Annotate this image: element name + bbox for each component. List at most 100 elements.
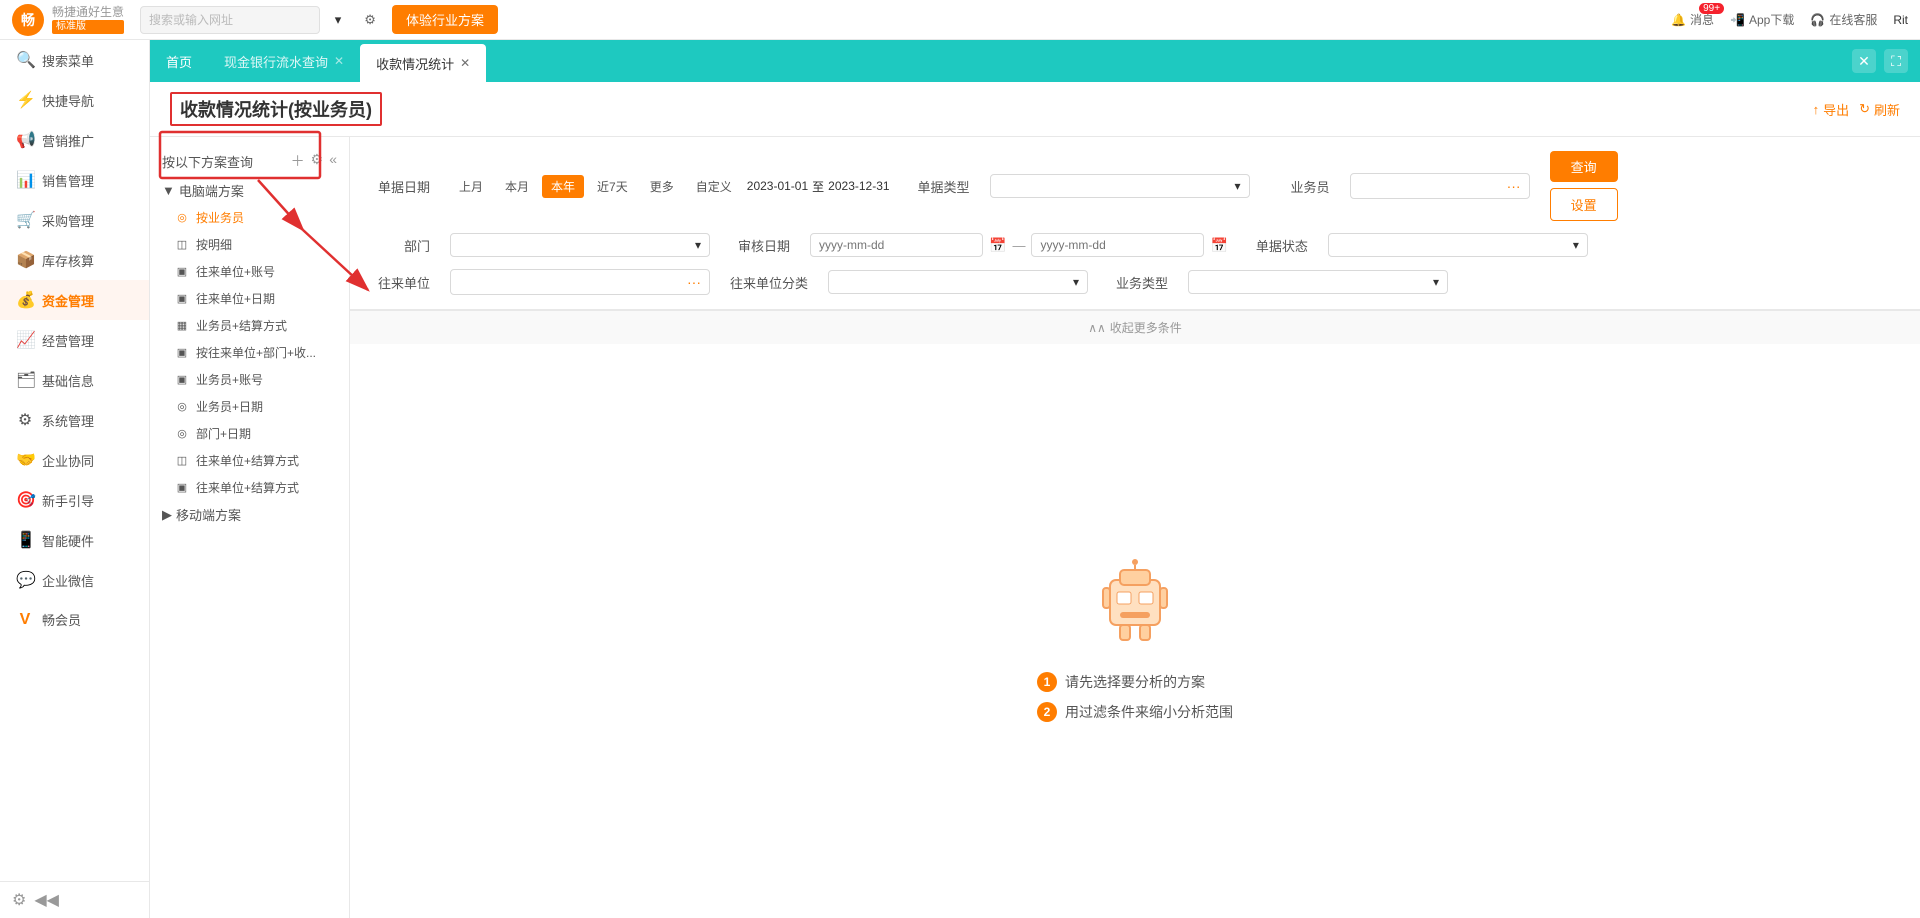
member-icon: V <box>16 611 34 629</box>
biz-type-select[interactable]: ▾ <box>1188 270 1448 294</box>
collapse-more-conditions-btn[interactable]: ∧∧ 收起更多条件 <box>350 310 1920 344</box>
download-icon: 📲 <box>1730 13 1745 27</box>
custom-date-btn[interactable]: 自定义 <box>687 175 741 198</box>
calendar-from-icon[interactable]: 📅 <box>989 237 1006 254</box>
more-date-btn[interactable]: 更多 <box>641 175 683 198</box>
sidebar-item-basic[interactable]: 🗂 基础信息 <box>0 360 149 400</box>
audit-date-control: 📅 — 📅 <box>810 233 1228 257</box>
sidebar-item-purchase[interactable]: 🛒 采购管理 <box>0 200 149 240</box>
filter-row-3: 往来单位 ··· 往来单位分类 ▾ 业务类型 <box>370 269 1900 295</box>
settings-gear-icon[interactable]: ⚙ <box>356 6 384 34</box>
mobile-category-arrow-icon: ▶ <box>162 507 172 523</box>
salesman-date-icon: ◎ <box>174 399 190 415</box>
right-panel: 单据日期 上月 本月 本年 近7天 更多 自定义 <box>350 137 1920 918</box>
dept-select[interactable]: ▾ <box>450 233 710 257</box>
app-version: 标准版 <box>52 20 124 34</box>
scheme-item-salesman-account[interactable]: ▣ 业务员+账号 <box>150 366 349 393</box>
sidebar-item-sales[interactable]: 📊 销售管理 <box>0 160 149 200</box>
tab-close-bank-flow[interactable]: ✕ <box>334 54 344 68</box>
salesman-more-icon[interactable]: ··· <box>1507 178 1521 194</box>
doc-type-chevron: ▾ <box>1235 179 1241 193</box>
sidebar: 🔍 搜索菜单 ⚡ 快捷导航 📢 营销推广 📊 销售管理 🛒 采购管理 📦 <box>0 40 150 918</box>
salesman-select[interactable]: ··· <box>1350 173 1530 199</box>
scheme-item-salesman-settlement[interactable]: ▦ 业务员+结算方式 <box>150 312 349 339</box>
sidebar-item-label: 营销推广 <box>42 131 94 150</box>
messages-btn[interactable]: 🔔 消息 99+ <box>1671 11 1714 28</box>
partner-select[interactable]: ··· <box>450 269 710 295</box>
tab-maximize-btn[interactable]: ⛶ <box>1884 49 1908 73</box>
settings-bottom-icon[interactable]: ⚙ <box>12 890 26 910</box>
partner-label: 往来单位 <box>370 273 430 292</box>
date-label: 单据日期 <box>370 177 430 196</box>
scheme-settings-icon[interactable]: ⚙ <box>311 151 324 171</box>
scheme-collapse-icon[interactable]: « <box>329 151 337 171</box>
scheme-item-partner-account[interactable]: ▣ 往来单位+账号 <box>150 258 349 285</box>
scheme-item-partner-dept-collect[interactable]: ▣ 按往来单位+部门+收... <box>150 339 349 366</box>
scheme-item-partner-settlement1[interactable]: ◫ 往来单位+结算方式 <box>150 447 349 474</box>
app-download-btn[interactable]: 📲 App下载 <box>1730 11 1794 28</box>
tab-bank-flow[interactable]: 现金银行流水查询 ✕ <box>208 40 360 82</box>
sidebar-item-inventory[interactable]: 📦 库存核算 <box>0 240 149 280</box>
app-logo: 畅 <box>12 4 44 36</box>
partner-category-select[interactable]: ▾ <box>828 270 1088 294</box>
this-month-btn[interactable]: 本月 <box>496 175 538 198</box>
biz-type-label: 业务类型 <box>1108 273 1168 292</box>
sidebar-item-marketing[interactable]: 📢 营销推广 <box>0 120 149 160</box>
scheme-item-by-detail[interactable]: ◫ 按明细 <box>150 231 349 258</box>
tab-home[interactable]: 首页 <box>150 40 208 82</box>
sidebar-item-wechat[interactable]: 💬 企业微信 <box>0 560 149 600</box>
scheme-item-salesman-date[interactable]: ◎ 业务员+日期 <box>150 393 349 420</box>
audit-date-from[interactable] <box>810 233 983 257</box>
last-7-btn[interactable]: 近7天 <box>588 175 637 198</box>
page-header: 收款情况统计(按业务员) ↑ 导出 ↻ 刷新 <box>150 82 1920 137</box>
sidebar-item-search-menu[interactable]: 🔍 搜索菜单 <box>0 40 149 80</box>
scheme-item-dept-date[interactable]: ◎ 部门+日期 <box>150 420 349 447</box>
sidebar-item-enterprise[interactable]: 🤝 企业协同 <box>0 440 149 480</box>
marketing-icon: 📢 <box>16 130 34 150</box>
query-btn[interactable]: 查询 <box>1550 151 1618 182</box>
search-icon: 🔍 <box>16 50 34 70</box>
tab-close-window-btn[interactable]: ✕ <box>1852 49 1876 73</box>
online-service-btn[interactable]: 🎧 在线客服 <box>1810 11 1877 28</box>
salesman-label: 业务员 <box>1270 177 1330 196</box>
sidebar-item-operation[interactable]: 📈 经营管理 <box>0 320 149 360</box>
calendar-to-icon[interactable]: 📅 <box>1210 237 1227 254</box>
doc-type-select[interactable]: ▾ <box>990 174 1250 198</box>
tab-close-collection-stats[interactable]: ✕ <box>460 56 470 70</box>
doc-status-select[interactable]: ▾ <box>1328 233 1588 257</box>
collapse-bottom-icon[interactable]: ◀◀ <box>34 890 59 910</box>
sidebar-item-quick-nav[interactable]: ⚡ 快捷导航 <box>0 80 149 120</box>
sidebar-item-system[interactable]: ⚙ 系统管理 <box>0 400 149 440</box>
dept-label: 部门 <box>370 236 430 255</box>
user-label[interactable]: Rit <box>1893 13 1908 27</box>
headset-icon: 🎧 <box>1810 13 1825 27</box>
scheme-item-by-salesman[interactable]: ◎ 按业务员 <box>150 204 349 231</box>
filter-row-1: 单据日期 上月 本月 本年 近7天 更多 自定义 <box>370 151 1900 221</box>
tab-bar: 首页 现金银行流水查询 ✕ 收款情况统计 ✕ ✕ ⛶ <box>150 40 1920 82</box>
top-bar: 畅 畅捷通好生意 标准版 搜索或输入网址 ▾ ⚙ 体验行业方案 🔔 消息 99+… <box>0 0 1920 40</box>
scheme-category-mobile[interactable]: ▶ 移动端方案 <box>150 501 349 528</box>
scheme-item-partner-settlement2[interactable]: ▣ 往来单位+结算方式 <box>150 474 349 501</box>
refresh-btn[interactable]: ↻ 刷新 <box>1859 100 1900 119</box>
setup-btn[interactable]: 设置 <box>1550 188 1618 221</box>
basic-icon: 🗂 <box>16 370 34 390</box>
scheme-category-desktop[interactable]: ▼ 电脑端方案 <box>150 177 349 204</box>
scheme-add-icon[interactable]: ＋ <box>291 151 305 171</box>
this-year-btn[interactable]: 本年 <box>542 175 584 198</box>
sidebar-item-hardware[interactable]: 📱 智能硬件 <box>0 520 149 560</box>
address-bar-dropdown[interactable]: ▾ <box>328 10 348 30</box>
sidebar-item-member[interactable]: V 畅会员 <box>0 600 149 639</box>
partner-more-icon[interactable]: ··· <box>687 274 701 290</box>
sidebar-item-label: 企业微信 <box>42 571 94 590</box>
tab-collection-stats[interactable]: 收款情况统计 ✕ <box>360 44 486 82</box>
audit-date-to[interactable] <box>1031 233 1204 257</box>
dept-chevron: ▾ <box>695 238 701 252</box>
trial-btn[interactable]: 体验行业方案 <box>392 5 498 34</box>
export-btn[interactable]: ↑ 导出 <box>1813 100 1850 119</box>
sales-icon: 📊 <box>16 170 34 190</box>
sidebar-item-finance[interactable]: 💰 资金管理 <box>0 280 149 320</box>
sidebar-item-guide[interactable]: 🎯 新手引导 <box>0 480 149 520</box>
partner-settle1-icon: ◫ <box>174 453 190 469</box>
last-month-btn[interactable]: 上月 <box>450 175 492 198</box>
scheme-item-partner-date[interactable]: ▣ 往来单位+日期 <box>150 285 349 312</box>
